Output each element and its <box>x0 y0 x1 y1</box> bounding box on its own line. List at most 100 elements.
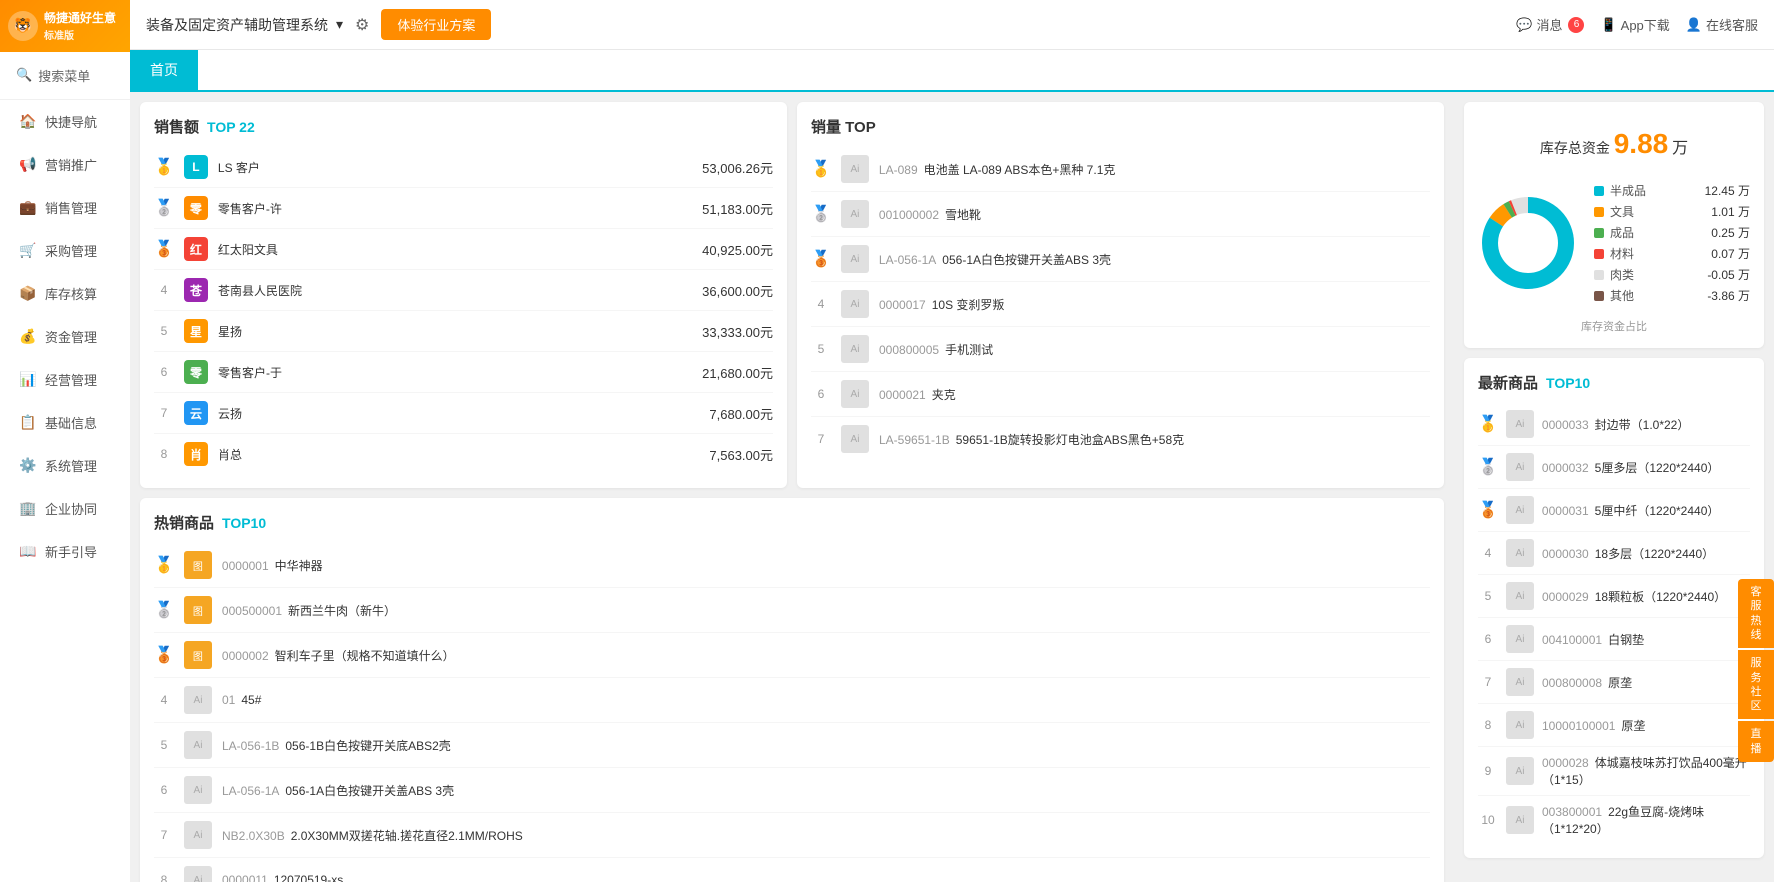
qty-product-row: 🥈 Ai 001000002雪地靴 <box>811 192 1430 237</box>
sales-customer-row: 4 苍 苍南县人民医院 36,600.00元 <box>154 270 773 311</box>
top-qty-header: 销量 TOP <box>811 116 1430 137</box>
sidebar-item-home[interactable]: 🏠 快捷导航 <box>0 100 130 143</box>
online-service-button[interactable]: 👤 在线客服 <box>1686 15 1758 34</box>
cs-live-button[interactable]: 直播 <box>1738 721 1774 762</box>
inventory-label: 库存总资金 <box>1540 140 1610 156</box>
sales-customers-list: 🥇 L LS 客户 53,006.26元 🥈 零 零售客户-许 51,183.0… <box>154 147 773 474</box>
sidebar-item-label: 营销推广 <box>45 155 97 174</box>
service-icon: 👤 <box>1686 17 1702 33</box>
sidebar-item-label: 新手引导 <box>45 542 97 561</box>
hot-products-list: 🥇 图 0000001中华神器 🥈 图 000500001新西兰牛肉（新牛） 🥉… <box>154 543 1430 882</box>
settings-button[interactable]: ⚙ <box>355 15 369 35</box>
sidebar-item-enterprise[interactable]: 🏢 企业协同 <box>0 487 130 530</box>
inventory-total: 库存总资金 9.88 万 <box>1478 116 1750 172</box>
hot-product-row: 4 Ai 0145# <box>154 678 1430 723</box>
tab-home[interactable]: 首页 <box>130 50 198 90</box>
operations-icon: 📊 <box>19 370 37 388</box>
inventory-chart-wrap: 半成品 12.45 万 文具 1.01 万 成品 0.25 万 材料 0.07 … <box>1478 172 1750 314</box>
newest-product-row: 10 Ai 00380000122g鱼豆腐-烧烤味（1*12*20） <box>1478 796 1750 844</box>
sales-customer-row: 🥉 红 红太阳文具 40,925.00元 <box>154 229 773 270</box>
sidebar-item-basic[interactable]: 📋 基础信息 <box>0 401 130 444</box>
legend-item: 其他 -3.86 万 <box>1594 285 1750 306</box>
system-name-text: 装备及固定资产辅助管理系统 <box>146 15 328 35</box>
content-right: 库存总资金 9.88 万 <box>1454 92 1774 882</box>
hot-products-card: 热销商品 TOP10 🥇 图 0000001中华神器 🥈 图 000500001… <box>140 498 1444 882</box>
inventory-card: 库存总资金 9.88 万 <box>1464 102 1764 348</box>
message-label: 消息 <box>1536 15 1562 34</box>
sidebar-item-finance[interactable]: 💰 资金管理 <box>0 315 130 358</box>
cs-hotline-button[interactable]: 客服热线 <box>1738 579 1774 648</box>
inventory-icon: 📦 <box>19 284 37 302</box>
topbar: 装备及固定资产辅助管理系统 ▾ ⚙ 体验行业方案 💬 消息 6 📱 App下载 … <box>130 0 1774 50</box>
sidebar-item-operations[interactable]: 📊 经营管理 <box>0 358 130 401</box>
top-qty-card: 销量 TOP 🥇 Ai LA-089电池盖 LA-089 ABS本色+黑种 7.… <box>797 102 1444 488</box>
mobile-icon: 📱 <box>1600 17 1616 33</box>
search-menu-button[interactable]: 🔍 搜索菜单 <box>8 60 122 91</box>
sidebar-item-guide[interactable]: 📖 新手引导 <box>0 530 130 573</box>
logo-sub: 标准版 <box>44 27 116 42</box>
sidebar-item-purchase[interactable]: 🛒 采购管理 <box>0 229 130 272</box>
legend-item: 文具 1.01 万 <box>1594 201 1750 222</box>
sidebar-item-system[interactable]: ⚙️ 系统管理 <box>0 444 130 487</box>
home-icon: 🏠 <box>19 112 37 130</box>
hot-product-row: 8 Ai 000001112070519-xs <box>154 858 1430 882</box>
inventory-donut-chart <box>1478 193 1578 293</box>
sales-customers-header: 销售额 TOP 22 <box>154 116 773 137</box>
newest-products-header: 最新商品 TOP10 <box>1478 372 1750 393</box>
hot-product-row: 5 Ai LA-056-1B056-1B白色按键开关底ABS2壳 <box>154 723 1430 768</box>
system-name: 装备及固定资产辅助管理系统 ▾ <box>146 15 343 35</box>
sales-customers-title: 销售额 <box>154 116 199 137</box>
content: 销售额 TOP 22 🥇 L LS 客户 53,006.26元 🥈 零 零售客户… <box>130 92 1774 882</box>
sales-customer-row: 🥇 L LS 客户 53,006.26元 <box>154 147 773 188</box>
sidebar-item-sales[interactable]: 💼 销售管理 <box>0 186 130 229</box>
inventory-value: 9.88 <box>1614 128 1669 159</box>
message-button[interactable]: 💬 消息 6 <box>1516 15 1584 34</box>
newest-product-row: 5 Ai 000002918颗粒板（1220*2440） <box>1478 575 1750 618</box>
legend-item: 肉类 -0.05 万 <box>1594 264 1750 285</box>
hot-product-row: 6 Ai LA-056-1A056-1A白色按键开关盖ABS 3壳 <box>154 768 1430 813</box>
sidebar-item-label: 基础信息 <box>45 413 97 432</box>
cs-community-button[interactable]: 服务社区 <box>1738 650 1774 719</box>
newest-product-row: 9 Ai 0000028体城嘉枝味苏打饮品400毫升（1*15） <box>1478 747 1750 796</box>
trial-button[interactable]: 体验行业方案 <box>381 9 491 40</box>
sales-customer-row: 8 肖 肖总 7,563.00元 <box>154 434 773 474</box>
system-icon: ⚙️ <box>19 456 37 474</box>
inventory-sub-label: 库存资金占比 <box>1478 318 1750 334</box>
system-dropdown-button[interactable]: ▾ <box>336 16 343 33</box>
content-left: 销售额 TOP 22 🥇 L LS 客户 53,006.26元 🥈 零 零售客户… <box>130 92 1454 882</box>
sidebar-item-inventory[interactable]: 📦 库存核算 <box>0 272 130 315</box>
app-download-button[interactable]: 📱 App下载 <box>1600 15 1669 34</box>
qty-product-row: 4 Ai 000001710S 变刹罗叛 <box>811 282 1430 327</box>
basic-icon: 📋 <box>19 413 37 431</box>
search-icon: 🔍 <box>16 67 32 83</box>
app-logo: 🐯 畅捷通好生意 标准版 <box>0 0 130 52</box>
legend-item: 半成品 12.45 万 <box>1594 180 1750 201</box>
search-menu-section: 🔍 搜索菜单 <box>0 52 130 100</box>
qty-product-row: 6 Ai 0000021夹克 <box>811 372 1430 417</box>
sidebar-item-label: 系统管理 <box>45 456 97 475</box>
hot-products-header: 热销商品 TOP10 <box>154 512 1430 533</box>
search-menu-label: 搜索菜单 <box>38 66 90 85</box>
service-label: 在线客服 <box>1706 15 1758 34</box>
sidebar-item-label: 销售管理 <box>45 198 97 217</box>
hot-product-row: 🥈 图 000500001新西兰牛肉（新牛） <box>154 588 1430 633</box>
sidebar-item-label: 库存核算 <box>45 284 97 303</box>
qty-product-row: 🥇 Ai LA-089电池盖 LA-089 ABS本色+黑种 7.1克 <box>811 147 1430 192</box>
sales-customer-row: 7 云 云扬 7,680.00元 <box>154 393 773 434</box>
sales-customers-subtitle: TOP 22 <box>207 119 255 135</box>
sidebar: 🐯 畅捷通好生意 标准版 🔍 搜索菜单 🏠 快捷导航 📢 营销推广 💼 销售管理… <box>0 0 130 882</box>
sales-customers-card: 销售额 TOP 22 🥇 L LS 客户 53,006.26元 🥈 零 零售客户… <box>140 102 787 488</box>
guide-icon: 📖 <box>19 542 37 560</box>
message-icon: 💬 <box>1516 17 1532 33</box>
inventory-unit: 万 <box>1672 140 1688 157</box>
sidebar-item-label: 资金管理 <box>45 327 97 346</box>
inventory-legend: 半成品 12.45 万 文具 1.01 万 成品 0.25 万 材料 0.07 … <box>1594 180 1750 306</box>
newest-product-row: 4 Ai 000003018多层（1220*2440） <box>1478 532 1750 575</box>
hot-product-row: 🥇 图 0000001中华神器 <box>154 543 1430 588</box>
marketing-icon: 📢 <box>19 155 37 173</box>
sidebar-item-marketing[interactable]: 📢 营销推广 <box>0 143 130 186</box>
logo-name: 畅捷通好生意 <box>44 10 116 27</box>
purchase-icon: 🛒 <box>19 241 37 259</box>
sales-customer-row: 🥈 零 零售客户-许 51,183.00元 <box>154 188 773 229</box>
finance-icon: 💰 <box>19 327 37 345</box>
